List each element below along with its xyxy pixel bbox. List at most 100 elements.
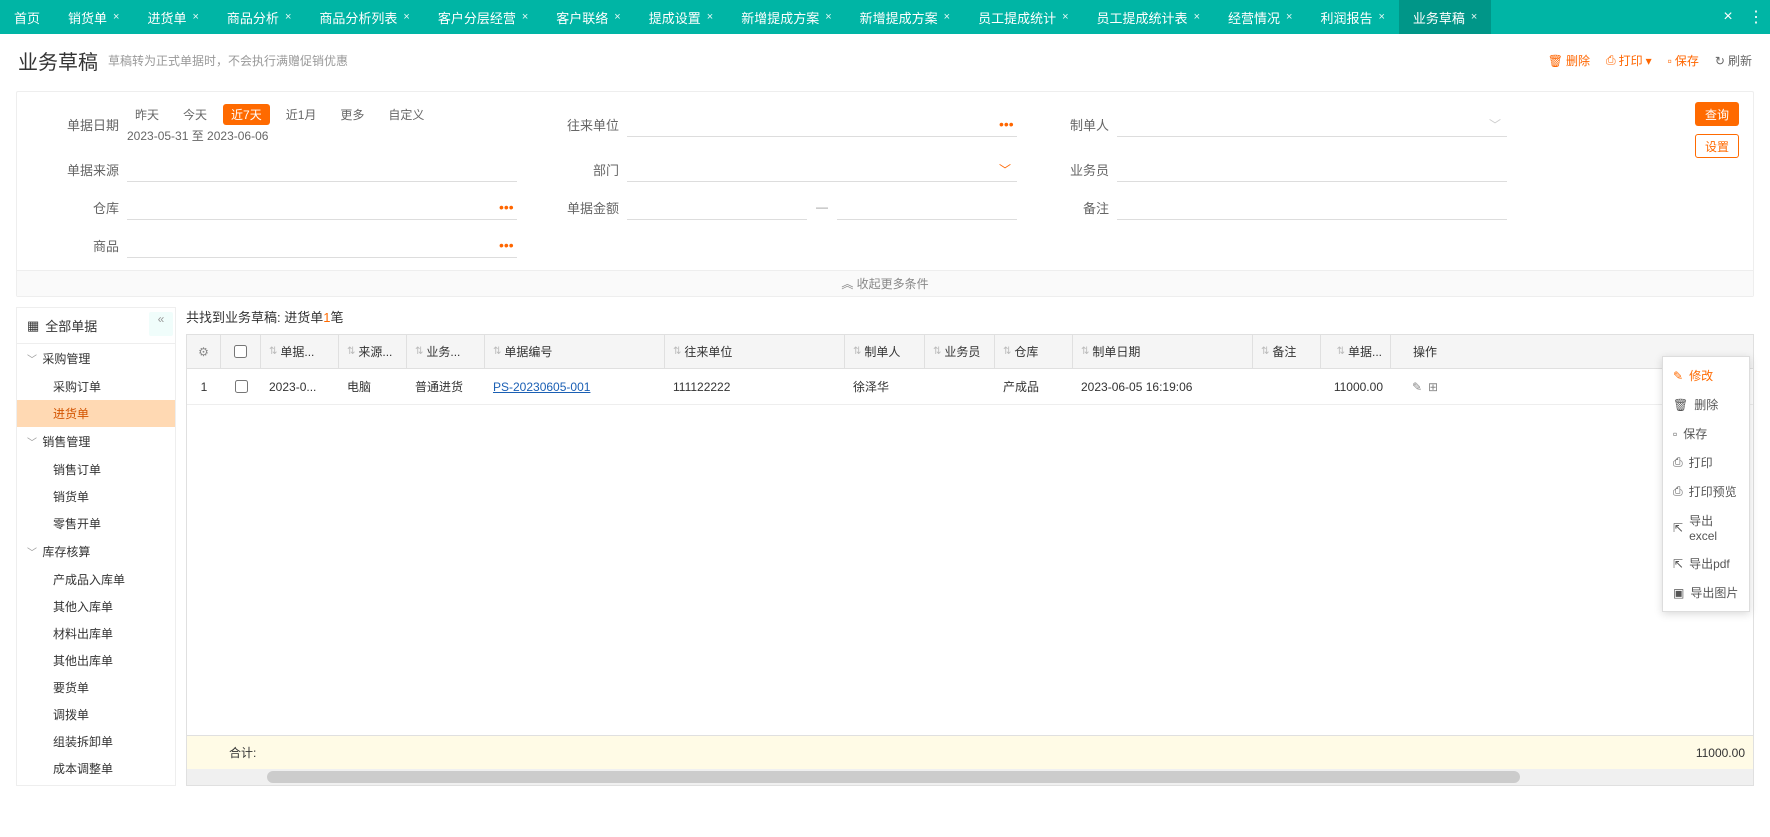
horizontal-scrollbar[interactable] [187, 769, 1753, 785]
ctx-打印[interactable]: ⎙打印 [1663, 448, 1749, 477]
tab-员工提成统计[interactable]: 员工提成统计× [964, 0, 1082, 34]
sort-icon[interactable]: ⇅ [269, 346, 277, 357]
refresh-action[interactable]: ↻ 刷新 [1715, 52, 1752, 69]
sidebar-item-要货单[interactable]: 要货单 [17, 674, 175, 701]
date-chip-更多[interactable]: 更多 [332, 104, 372, 125]
close-icon[interactable]: × [285, 11, 291, 23]
sort-icon[interactable]: ⇅ [1081, 346, 1089, 357]
sales-input[interactable] [1117, 156, 1507, 182]
amount-from-input[interactable] [627, 194, 807, 220]
select-all-checkbox[interactable] [234, 345, 247, 358]
maker-chevron-icon[interactable]: ﹀ [1489, 116, 1501, 133]
close-icon[interactable]: × [707, 11, 713, 23]
sidebar-group-库存核算[interactable]: ﹀ 库存核算 [17, 537, 175, 566]
dept-input[interactable] [627, 156, 1017, 182]
date-chip-昨天[interactable]: 昨天 [127, 104, 167, 125]
sidebar-group-采购管理[interactable]: ﹀ 采购管理 [17, 344, 175, 373]
ctx-修改[interactable]: ✎修改 [1663, 361, 1749, 390]
date-chip-近7天[interactable]: 近7天 [223, 104, 270, 125]
col-mdate[interactable]: 制单日期 [1092, 343, 1140, 360]
col-no[interactable]: 单据编号 [504, 343, 552, 360]
sidebar-item-其他入库单[interactable]: 其他入库单 [17, 593, 175, 620]
tab-销货单[interactable]: 销货单× [54, 0, 133, 34]
sidebar-group-销售管理[interactable]: ﹀ 销售管理 [17, 427, 175, 456]
collapse-filter-button[interactable]: ︽ 收起更多条件 [17, 270, 1753, 296]
col-remark[interactable]: 备注 [1272, 343, 1296, 360]
sort-icon[interactable]: ⇅ [673, 346, 681, 357]
row-edit-icon[interactable]: ✎ [1412, 380, 1422, 394]
ctx-打印预览[interactable]: ⎙打印预览 [1663, 477, 1749, 506]
close-icon[interactable]: × [944, 11, 950, 23]
ctx-删除[interactable]: 🗑删除 [1663, 390, 1749, 419]
sidebar-item-材料出库单[interactable]: 材料出库单 [17, 620, 175, 647]
tab-新增提成方案[interactable]: 新增提成方案× [846, 0, 964, 34]
sidebar-item-成本调整单[interactable]: 成本调整单 [17, 755, 175, 774]
amount-to-input[interactable] [837, 194, 1017, 220]
maker-input[interactable] [1117, 111, 1507, 137]
source-input[interactable] [127, 156, 517, 182]
gear-icon[interactable]: ⚙ [198, 345, 209, 359]
tab-新增提成方案[interactable]: 新增提成方案× [727, 0, 845, 34]
date-chip-今天[interactable]: 今天 [175, 104, 215, 125]
close-icon[interactable]: × [1194, 11, 1200, 23]
col-sales[interactable]: 业务员 [944, 343, 980, 360]
sidebar-item-产成品入库单[interactable]: 产成品入库单 [17, 566, 175, 593]
close-icon[interactable]: × [192, 11, 198, 23]
close-all-button[interactable]: × [1714, 8, 1742, 26]
tab-员工提成统计表[interactable]: 员工提成统计表× [1083, 0, 1214, 34]
product-input[interactable] [127, 232, 517, 258]
delete-action[interactable]: 🗑 删除 [1548, 52, 1590, 69]
close-icon[interactable]: × [825, 11, 831, 23]
close-icon[interactable]: × [1062, 11, 1068, 23]
table-row[interactable]: 12023-0...电脑普通进货PS-20230605-001111122222… [187, 369, 1753, 405]
date-chip-自定义[interactable]: 自定义 [380, 104, 432, 125]
unit-input[interactable] [627, 111, 1017, 137]
sidebar-item-采购订单[interactable]: 采购订单 [17, 373, 175, 400]
tab-首页[interactable]: 首页 [0, 0, 54, 34]
tab-经营情况[interactable]: 经营情况× [1214, 0, 1306, 34]
tab-商品分析[interactable]: 商品分析× [213, 0, 305, 34]
close-icon[interactable]: × [522, 11, 528, 23]
close-icon[interactable]: × [403, 11, 409, 23]
sidebar-item-调拨单[interactable]: 调拨单 [17, 701, 175, 728]
tab-利润报告[interactable]: 利润报告× [1306, 0, 1398, 34]
setting-button[interactable]: 设置 [1695, 134, 1739, 158]
sort-icon[interactable]: ⇅ [853, 346, 861, 357]
sidebar-item-组装拆卸单[interactable]: 组装拆卸单 [17, 728, 175, 755]
date-chip-近1月[interactable]: 近1月 [278, 104, 325, 125]
tab-业务草稿[interactable]: 业务草稿× [1399, 0, 1491, 34]
tab-进货单[interactable]: 进货单× [133, 0, 212, 34]
remark-input[interactable] [1117, 194, 1507, 220]
ctx-导出pdf[interactable]: ⇱导出pdf [1663, 549, 1749, 578]
ctx-导出excel[interactable]: ⇱导出excel [1663, 506, 1749, 549]
close-icon[interactable]: × [1286, 11, 1292, 23]
col-date[interactable]: 单据... [280, 343, 314, 360]
tab-客户联络[interactable]: 客户联络× [542, 0, 634, 34]
cell-no-link[interactable]: PS-20230605-001 [493, 380, 590, 394]
sort-icon[interactable]: ⇅ [415, 346, 423, 357]
sort-icon[interactable]: ⇅ [493, 346, 501, 357]
col-unit[interactable]: 往来单位 [684, 343, 732, 360]
sort-icon[interactable]: ⇅ [1261, 346, 1269, 357]
ctx-导出图片[interactable]: ▣导出图片 [1663, 578, 1749, 607]
wh-input[interactable] [127, 194, 517, 220]
close-icon[interactable]: × [1471, 11, 1477, 23]
tab-商品分析列表[interactable]: 商品分析列表× [305, 0, 423, 34]
col-wh[interactable]: 仓库 [1014, 343, 1038, 360]
row-more-icon[interactable]: ⊞ [1428, 380, 1438, 394]
tab-客户分层经营[interactable]: 客户分层经营× [424, 0, 542, 34]
sort-icon[interactable]: ⇅ [1003, 346, 1011, 357]
save-action[interactable]: ▫ 保存 [1668, 52, 1699, 69]
ctx-保存[interactable]: ▫保存 [1663, 419, 1749, 448]
wh-picker-icon[interactable]: ••• [499, 199, 514, 215]
sidebar-item-销货单[interactable]: 销货单 [17, 483, 175, 510]
col-amt[interactable]: 单据... [1348, 343, 1382, 360]
close-icon[interactable]: × [113, 11, 119, 23]
print-action[interactable]: ⎙ 打印 ▾ [1606, 52, 1652, 69]
sidebar-item-零售开单[interactable]: 零售开单 [17, 510, 175, 537]
row-checkbox[interactable] [235, 380, 248, 393]
sidebar-item-进货单[interactable]: 进货单 [17, 400, 175, 427]
col-biz[interactable]: 业务... [426, 343, 460, 360]
close-icon[interactable]: × [614, 11, 620, 23]
query-button[interactable]: 查询 [1695, 102, 1739, 126]
